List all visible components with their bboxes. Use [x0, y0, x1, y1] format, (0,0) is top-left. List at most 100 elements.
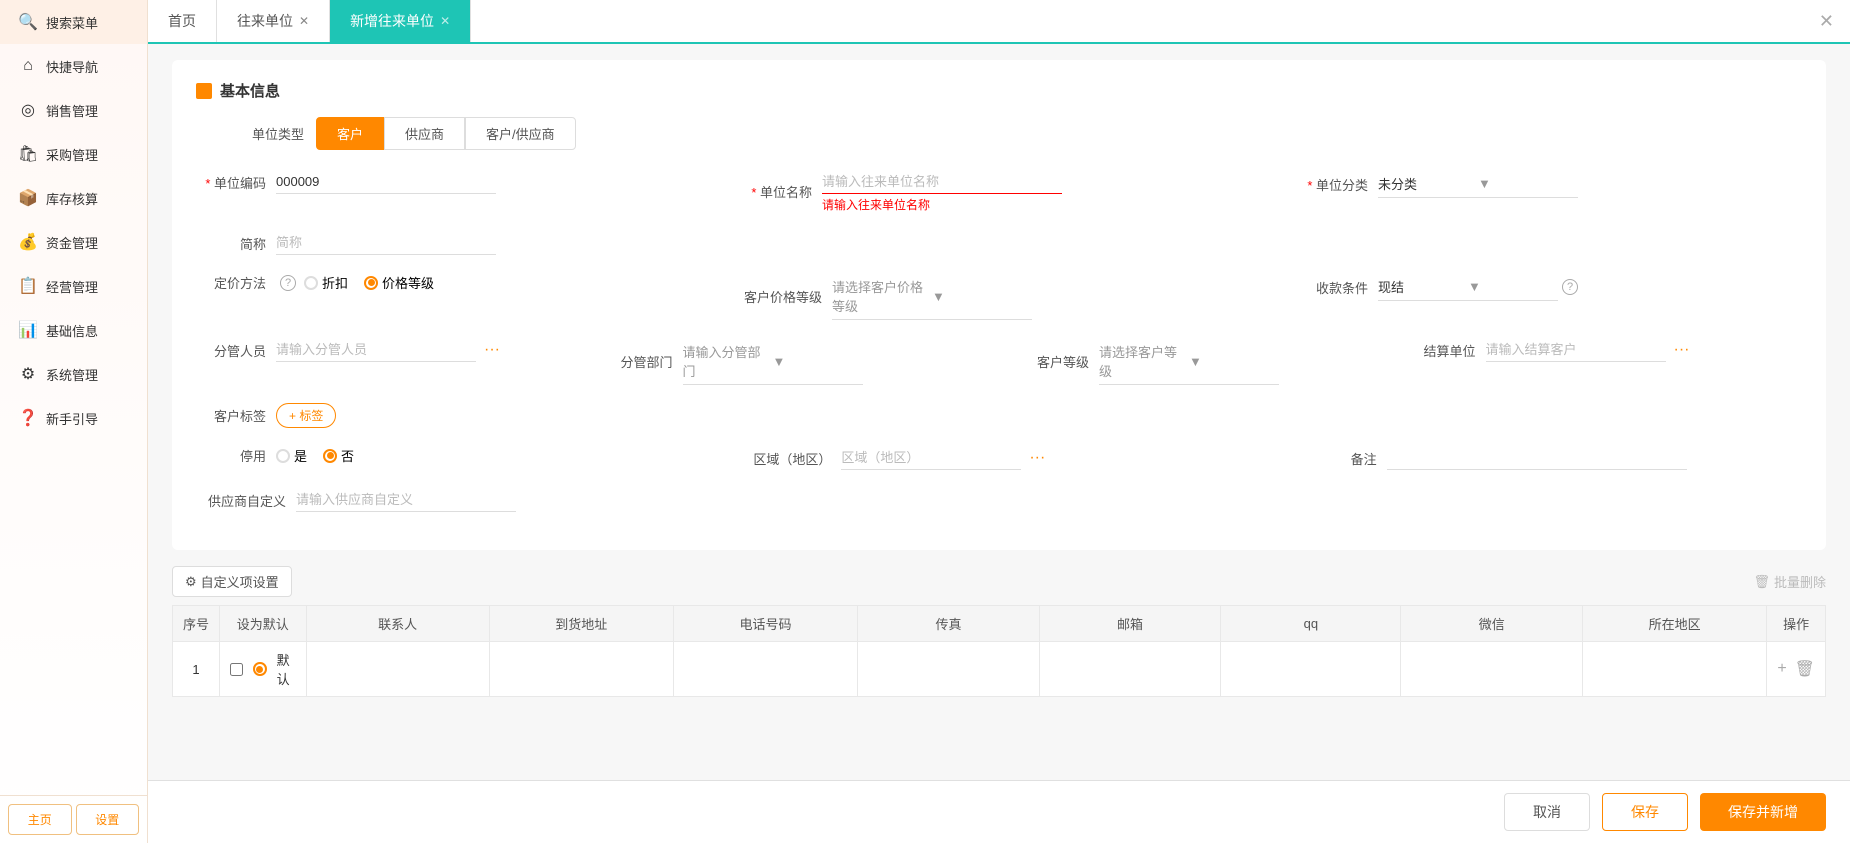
- sidebar-settings-btn[interactable]: 设置: [76, 804, 140, 835]
- save-new-button[interactable]: 保存并新增: [1700, 793, 1826, 831]
- address-input[interactable]: [500, 662, 663, 677]
- chevron-down-icon: ▼: [932, 289, 1032, 304]
- unit-category-label: 单位分类: [1288, 175, 1378, 194]
- email-input[interactable]: [1050, 662, 1211, 677]
- operations-icon: 📋: [18, 276, 38, 296]
- unit-btn-supplier[interactable]: 供应商: [384, 117, 465, 150]
- customer-price-level-select[interactable]: 请选择客户价格等级 ▼: [832, 273, 1032, 320]
- region-input[interactable]: [841, 446, 1021, 470]
- unit-code-label: 单位编码: [196, 173, 276, 192]
- sidebar-home-btn[interactable]: 主页: [8, 804, 72, 835]
- sidebar-item-operations[interactable]: 📋 经营管理: [0, 264, 147, 308]
- remark-input[interactable]: [1387, 446, 1687, 470]
- phone-input[interactable]: [684, 662, 847, 677]
- sidebar-item-label: 资金管理: [46, 233, 98, 252]
- supplier-custom-input[interactable]: [296, 488, 516, 512]
- radio-yes[interactable]: 是: [276, 446, 307, 465]
- add-tag-btn[interactable]: + 标签: [276, 403, 336, 428]
- disabled-field: 停用 是 否: [196, 446, 691, 465]
- radio-price-level-label: 价格等级: [382, 273, 434, 292]
- contact-input[interactable]: [317, 662, 479, 677]
- customer-level-placeholder: 请选择客户等级: [1099, 342, 1189, 380]
- supervisor-more-btn[interactable]: ···: [480, 341, 504, 359]
- qq-input[interactable]: [1231, 662, 1390, 677]
- payment-terms-select[interactable]: 现结 ▼: [1378, 273, 1558, 301]
- unit-btn-customer[interactable]: 客户: [316, 117, 384, 150]
- form-row-2: 简称: [196, 231, 1802, 255]
- sidebar-item-guide[interactable]: ❓ 新手引导: [0, 396, 147, 440]
- sidebar-item-quick-nav[interactable]: ⌂ 快捷导航: [0, 44, 147, 88]
- save-button[interactable]: 保存: [1602, 793, 1688, 831]
- fax-input[interactable]: [868, 662, 1029, 677]
- settlement-unit-more-btn[interactable]: ···: [1670, 341, 1694, 359]
- radio-discount[interactable]: 折扣: [304, 273, 348, 292]
- row-checkbox[interactable]: [230, 663, 243, 676]
- sidebar-search[interactable]: 🔍 搜索菜单: [0, 0, 147, 44]
- customer-level-select[interactable]: 请选择客户等级 ▼: [1099, 338, 1279, 385]
- cell-email[interactable]: [1039, 642, 1221, 697]
- default-radio[interactable]: 默认: [253, 650, 296, 688]
- search-icon: 🔍: [18, 12, 38, 32]
- payment-terms-help-icon[interactable]: ?: [1562, 279, 1578, 295]
- wechat-input[interactable]: [1411, 662, 1572, 677]
- tab-bar-close-btn[interactable]: ✕: [1803, 11, 1850, 32]
- delete-row-btn[interactable]: 🗑: [1795, 659, 1815, 679]
- cell-phone[interactable]: [673, 642, 857, 697]
- settlement-unit-input[interactable]: [1486, 338, 1666, 362]
- cell-address[interactable]: [489, 642, 673, 697]
- sidebar-item-label: 采购管理: [46, 145, 98, 164]
- sidebar-item-finance[interactable]: 💰 资金管理: [0, 220, 147, 264]
- tab-new-partner-close[interactable]: ✕: [440, 14, 450, 28]
- sidebar-item-sales[interactable]: ◎ 销售管理: [0, 88, 147, 132]
- radio-yes-label: 是: [294, 446, 307, 465]
- disabled-label: 停用: [196, 446, 276, 465]
- custom-settings-label: 自定义项设置: [201, 572, 279, 591]
- col-phone: 电话号码: [673, 606, 857, 642]
- unit-category-select[interactable]: 未分类 ▼: [1378, 170, 1578, 198]
- unit-code-input[interactable]: [276, 170, 496, 194]
- tab-home[interactable]: 首页: [148, 0, 217, 42]
- home-icon: ⌂: [18, 56, 38, 76]
- sidebar-item-label: 经营管理: [46, 277, 98, 296]
- unit-btn-both[interactable]: 客户/供应商: [465, 117, 576, 150]
- supplier-custom-field: 供应商自定义: [196, 488, 1802, 512]
- cell-qq[interactable]: [1221, 642, 1401, 697]
- cell-wechat[interactable]: [1401, 642, 1583, 697]
- tab-new-partner[interactable]: 新增往来单位 ✕: [330, 0, 471, 42]
- customer-level-field: 客户等级 请选择客户等级 ▼: [1009, 338, 1396, 385]
- row-actions: + 🗑: [1777, 659, 1815, 679]
- sidebar-item-inventory[interactable]: 📦 库存核算: [0, 176, 147, 220]
- table-body: 1 默认: [173, 642, 1826, 697]
- batch-delete-btn[interactable]: 🗑 批量删除: [1753, 572, 1826, 591]
- unit-name-input[interactable]: [822, 170, 1062, 194]
- cell-fax[interactable]: [858, 642, 1040, 697]
- col-qq: qq: [1221, 606, 1401, 642]
- sidebar-item-label: 库存核算: [46, 189, 98, 208]
- cell-contact[interactable]: [306, 642, 489, 697]
- table-section: ⚙ 自定义项设置 🗑 批量删除 序号 设为默认 联系人 到货地址 电话号码: [172, 566, 1826, 697]
- add-row-btn[interactable]: +: [1777, 660, 1786, 678]
- custom-settings-btn[interactable]: ⚙ 自定义项设置: [172, 566, 292, 597]
- radio-no-label: 否: [341, 446, 354, 465]
- supervisor-input[interactable]: [276, 338, 476, 362]
- sidebar-item-label: 快捷导航: [46, 57, 98, 76]
- cell-region[interactable]: [1582, 642, 1766, 697]
- short-name-input[interactable]: [276, 231, 496, 255]
- unit-code-field: 单位编码: [196, 170, 710, 194]
- tab-partner-list-close[interactable]: ✕: [299, 14, 309, 28]
- gear-icon: ⚙: [185, 574, 197, 590]
- radio-no[interactable]: 否: [323, 446, 354, 465]
- pricing-method-help-icon[interactable]: ?: [280, 275, 296, 291]
- region-more-btn[interactable]: ···: [1025, 449, 1049, 467]
- sidebar-item-purchase[interactable]: 🛍 采购管理: [0, 132, 147, 176]
- chevron-down-icon: ▼: [1468, 279, 1558, 294]
- radio-price-level[interactable]: 价格等级: [364, 273, 434, 292]
- region-input[interactable]: [1593, 662, 1756, 677]
- department-select[interactable]: 请输入分管部门 ▼: [683, 338, 863, 385]
- basic-info-card: 基本信息 单位类型 客户 供应商 客户/供应商 单位编码 单位名称: [172, 60, 1826, 550]
- tab-partner-list[interactable]: 往来单位 ✕: [217, 0, 330, 42]
- cancel-button[interactable]: 取消: [1504, 793, 1590, 831]
- sidebar-item-system[interactable]: ⚙ 系统管理: [0, 352, 147, 396]
- short-name-field: 简称: [196, 231, 1802, 255]
- sidebar-item-basic-info[interactable]: 📊 基础信息: [0, 308, 147, 352]
